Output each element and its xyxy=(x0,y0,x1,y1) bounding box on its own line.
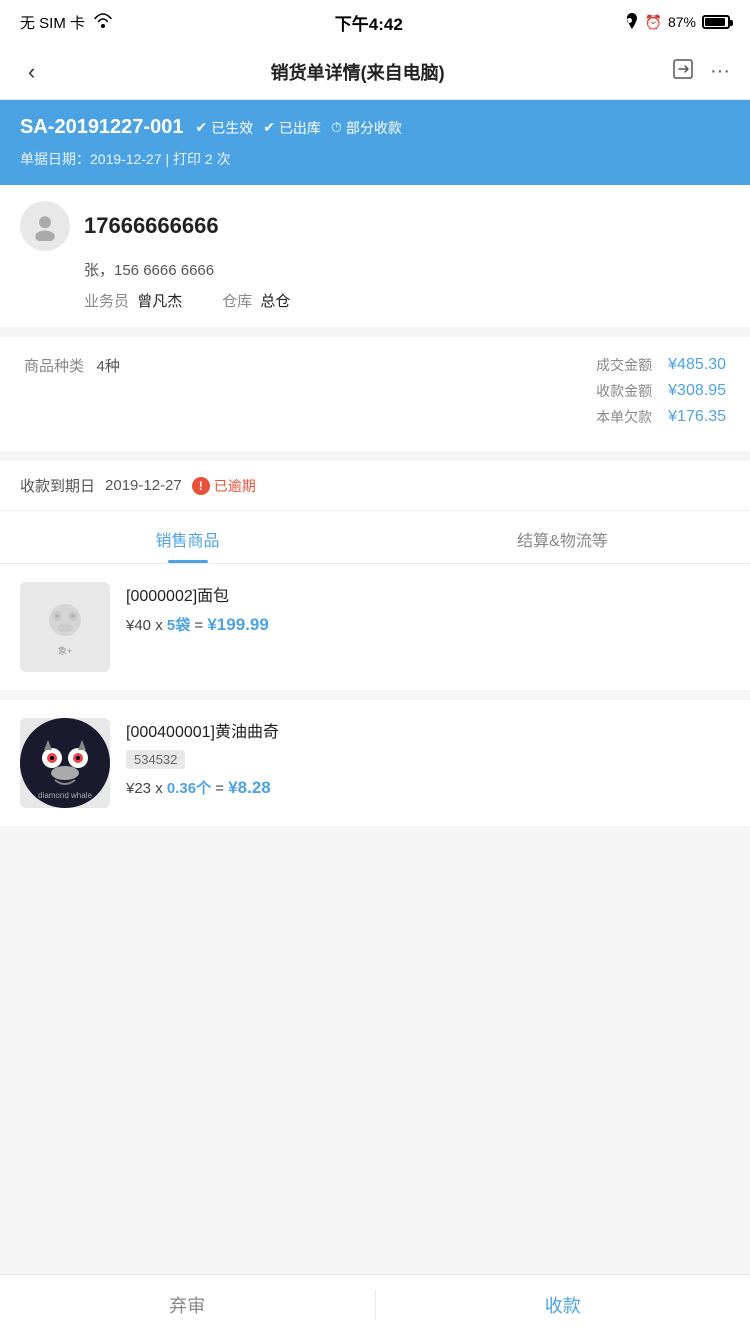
status-badges: ✔ 已生效 ✔ 已出库 ⏱ 部分收款 xyxy=(195,118,401,138)
owed-amount-row: 本单欠款 ¥176.35 xyxy=(596,407,726,427)
reject-label: 弃审 xyxy=(169,1292,205,1318)
sales-value: 曾凡杰 xyxy=(137,293,182,310)
customer-meta: 业务员 曾凡杰 仓库 总仓 xyxy=(84,290,730,311)
product-name-2: [000400001]黄油曲奇 xyxy=(126,718,730,742)
due-date-value: 2019-12-27 xyxy=(105,477,182,494)
order-id: SA-20191227-001 xyxy=(20,116,183,139)
product-total-2: ¥8.28 xyxy=(228,778,271,797)
product-card-1: 象+ [0000002]面包 ¥40 x 5袋 = ¥199.99 xyxy=(0,564,750,690)
customer-section: 17666666666 张，156 6666 6666 业务员 曾凡杰 仓库 总… xyxy=(0,185,750,327)
product-price-1: ¥40 x xyxy=(126,617,167,634)
reject-button[interactable]: 弃审 xyxy=(0,1275,375,1334)
order-date: 单据日期：2019-12-27 | 打印 2 次 xyxy=(20,149,730,169)
received-amount-label: 收款金额 xyxy=(596,381,652,401)
owed-amount-value: ¥176.35 xyxy=(668,408,726,426)
avatar xyxy=(20,201,70,251)
status-time: 下午4:42 xyxy=(335,10,403,35)
nav-title: 销货单详情(来自电脑) xyxy=(271,59,445,85)
carrier-text: 无 SIM 卡 xyxy=(20,12,85,33)
owl-image: diamond whale xyxy=(20,718,110,808)
overdue-text: 已逾期 xyxy=(214,476,256,496)
svg-text:diamond whale: diamond whale xyxy=(38,791,92,800)
tab-sales-products[interactable]: 销售商品 xyxy=(0,511,375,563)
stats-left: 商品种类 4种 xyxy=(24,355,120,380)
status-effective: ✔ 已生效 xyxy=(195,118,253,138)
product-sep-1: = xyxy=(190,617,207,634)
bottom-bar: 弃审 收款 xyxy=(0,1274,750,1334)
overdue-badge: ! 已逾期 xyxy=(192,476,256,496)
product-card-2: diamond whale [000400001]黄油曲奇 534532 ¥23… xyxy=(0,700,750,826)
nav-bar: ‹ 销货单详情(来自电脑) ··· xyxy=(0,44,750,100)
order-banner: SA-20191227-001 ✔ 已生效 ✔ 已出库 ⏱ 部分收款 单据日期：… xyxy=(0,100,750,185)
product-types-row: 商品种类 4种 xyxy=(24,355,120,376)
product-types-value: 4种 xyxy=(97,358,120,375)
status-shipped: ✔ 已出库 xyxy=(263,118,321,138)
stats-right: 成交金额 ¥485.30 收款金额 ¥308.95 本单欠款 ¥176.35 xyxy=(596,355,726,433)
product-qty-2: 0.36个 xyxy=(167,780,211,797)
product-price-2: ¥23 x xyxy=(126,780,167,797)
back-button[interactable]: ‹ xyxy=(20,51,43,93)
deal-amount-label: 成交金额 xyxy=(596,355,652,375)
battery-icon xyxy=(702,15,730,29)
overdue-icon: ! xyxy=(192,477,210,495)
received-amount-row: 收款金额 ¥308.95 xyxy=(596,381,726,401)
status-right: ⏰ 87% xyxy=(625,13,730,32)
owed-amount-label: 本单欠款 xyxy=(596,407,652,427)
warehouse-value: 总仓 xyxy=(260,293,290,310)
product-price-row-1: ¥40 x 5袋 = ¥199.99 xyxy=(126,614,730,635)
status-partial: ⏱ 部分收款 xyxy=(331,118,402,138)
status-left: 无 SIM 卡 xyxy=(20,12,113,33)
tab-settlement[interactable]: 结算&物流等 xyxy=(375,511,750,563)
product-info-2: [000400001]黄油曲奇 534532 ¥23 x 0.36个 = ¥8.… xyxy=(126,718,730,798)
deal-amount-row: 成交金额 ¥485.30 xyxy=(596,355,726,375)
collect-label: 收款 xyxy=(545,1292,581,1318)
product-list: 象+ [0000002]面包 ¥40 x 5袋 = ¥199.99 xyxy=(0,564,750,916)
product-info-1: [0000002]面包 ¥40 x 5袋 = ¥199.99 xyxy=(126,582,730,635)
check-icon-2: ✔ xyxy=(263,119,275,136)
warehouse-meta: 仓库 总仓 xyxy=(222,290,290,311)
product-sep-2: = xyxy=(211,780,228,797)
clock-icon: ⏱ xyxy=(331,119,342,136)
share-button[interactable] xyxy=(672,58,694,86)
status-shipped-label: 已出库 xyxy=(279,118,321,138)
received-amount-value: ¥308.95 xyxy=(668,382,726,400)
tab-sales-products-label: 销售商品 xyxy=(155,533,219,550)
deal-amount-value: ¥485.30 xyxy=(668,356,726,374)
warehouse-label: 仓库 xyxy=(222,293,252,310)
due-date-section: 收款到期日 2019-12-27 ! 已逾期 xyxy=(0,461,750,511)
product-thumb-2: diamond whale xyxy=(20,718,110,808)
product-name-1: [0000002]面包 xyxy=(126,582,730,606)
product-total-1: ¥199.99 xyxy=(207,615,268,634)
check-icon-1: ✔ xyxy=(195,119,207,136)
status-bar: 无 SIM 卡 下午4:42 ⏰ 87% xyxy=(0,0,750,44)
location-icon xyxy=(625,13,639,32)
nav-actions: ··· xyxy=(672,58,730,86)
order-banner-top: SA-20191227-001 ✔ 已生效 ✔ 已出库 ⏱ 部分收款 xyxy=(20,116,730,139)
tab-settlement-label: 结算&物流等 xyxy=(517,533,608,550)
due-date-label: 收款到期日 xyxy=(20,475,95,496)
tabs-section: 销售商品 结算&物流等 xyxy=(0,511,750,564)
collect-button[interactable]: 收款 xyxy=(376,1275,750,1334)
customer-name: 张，156 6666 6666 xyxy=(84,259,730,280)
svg-text:象+: 象+ xyxy=(58,645,72,656)
product-types-label: 商品种类 xyxy=(24,358,84,375)
status-partial-label: 部分收款 xyxy=(346,118,402,138)
sales-label: 业务员 xyxy=(84,293,129,310)
more-button[interactable]: ··· xyxy=(710,60,730,83)
product-thumb-1: 象+ xyxy=(20,582,110,672)
sales-meta: 业务员 曾凡杰 xyxy=(84,290,182,311)
status-effective-label: 已生效 xyxy=(211,118,253,138)
product-qty-1: 5袋 xyxy=(167,617,190,634)
alarm-icon: ⏰ xyxy=(645,14,662,31)
wifi-icon xyxy=(93,12,113,32)
customer-row: 17666666666 xyxy=(20,201,730,251)
customer-phone: 17666666666 xyxy=(84,213,219,239)
stats-section: 商品种类 4种 成交金额 ¥485.30 收款金额 ¥308.95 本单欠款 ¥… xyxy=(0,337,750,451)
battery-percent: 87% xyxy=(668,14,696,30)
product-tag-2: 534532 xyxy=(126,750,185,769)
product-price-row-2: ¥23 x 0.36个 = ¥8.28 xyxy=(126,777,730,798)
